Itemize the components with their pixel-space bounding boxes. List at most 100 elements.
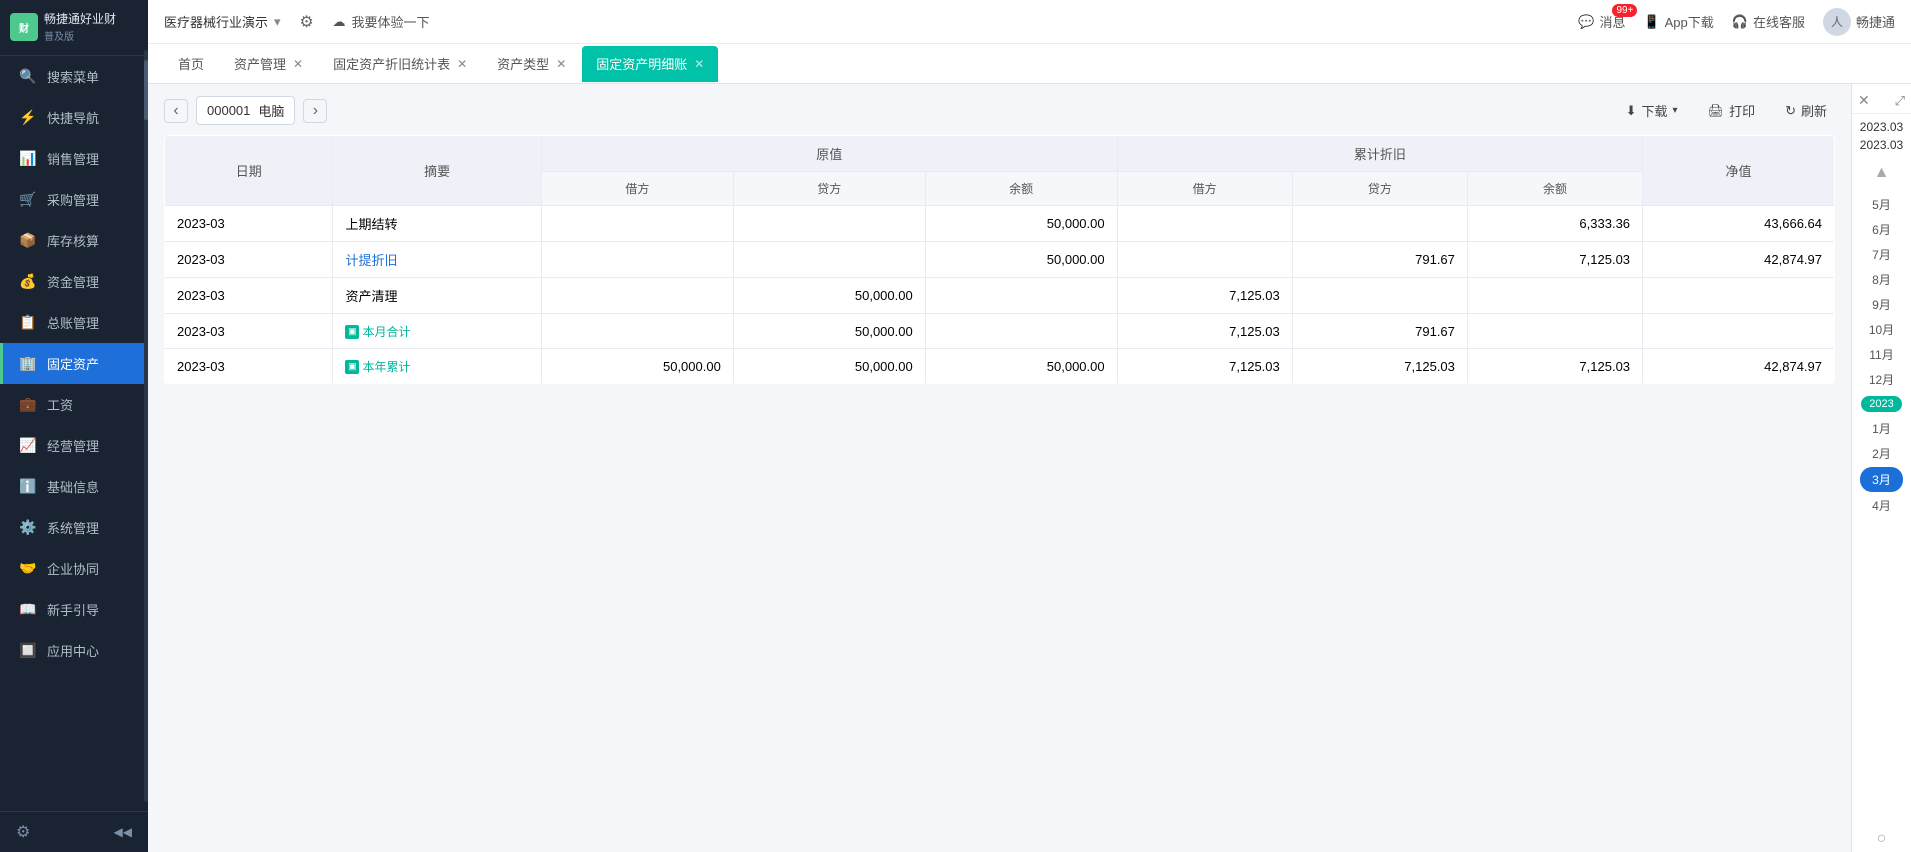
- sidebar-item-sales[interactable]: 📊 销售管理: [0, 138, 148, 179]
- cell-yz-debit: 50,000.00: [541, 349, 733, 384]
- timeline-month-6月[interactable]: 6月: [1852, 217, 1911, 242]
- mobile-icon: 📱: [1643, 14, 1659, 30]
- timeline-bottom-circle[interactable]: ○: [1852, 826, 1911, 852]
- sidebar-item-quicknav[interactable]: ⚡ 快捷导航: [0, 97, 148, 138]
- tab-close-asset-type[interactable]: ✕: [556, 57, 566, 71]
- sidebar-icon-purchase: 🛒: [19, 191, 37, 208]
- timeline-year-badge[interactable]: 2023: [1861, 396, 1901, 412]
- tab-close-fixed-detail[interactable]: ✕: [694, 57, 704, 71]
- tab-asset-type[interactable]: 资产类型✕: [483, 46, 580, 82]
- cell-lj-debit: 7,125.03: [1117, 278, 1292, 314]
- tab-close-fixed-depreciation[interactable]: ✕: [457, 57, 467, 71]
- online-service-button[interactable]: 🎧 在线客服: [1732, 12, 1805, 31]
- timeline-nav-up[interactable]: ▲: [1852, 158, 1911, 188]
- timeline-month-2月[interactable]: 2月: [1852, 441, 1911, 466]
- cell-date: 2023-03: [165, 278, 333, 314]
- sidebar-item-purchase[interactable]: 🛒 采购管理: [0, 179, 148, 220]
- cell-date: 2023-03: [165, 242, 333, 278]
- cell-date: 2023-03: [165, 314, 333, 349]
- sidebar-label-operations: 经营管理: [47, 436, 99, 455]
- timeline-month-1月[interactable]: 1月: [1852, 416, 1911, 441]
- tab-fixed-detail[interactable]: 固定资产明细账 ✕: [582, 46, 718, 82]
- next-asset-button[interactable]: ›: [303, 99, 327, 123]
- sidebar-icon-fixed: 🏢: [19, 355, 37, 372]
- timeline-close-icon[interactable]: ✕: [1858, 92, 1870, 109]
- sidebar-item-operations[interactable]: 📈 经营管理: [0, 425, 148, 466]
- cell-date: 2023-03: [165, 349, 333, 384]
- timeline-month-8月[interactable]: 8月: [1852, 267, 1911, 292]
- timeline-month-9月[interactable]: 9月: [1852, 292, 1911, 317]
- sidebar-item-inventory[interactable]: 📦 库存核算: [0, 220, 148, 261]
- timeline-month-7月[interactable]: 7月: [1852, 242, 1911, 267]
- sidebar-label-inventory: 库存核算: [47, 231, 99, 250]
- sidebar-menu: 🔍 搜索菜单 ⚡ 快捷导航 📊 销售管理 🛒 采购管理 📦 库存核算 💰 资金管…: [0, 56, 148, 811]
- col-yz-credit: 贷方: [733, 172, 925, 206]
- data-table: 日期 摘要 原值 累计折旧 净值 借方 贷方 余额 借方 贷方 余额: [164, 135, 1835, 384]
- tab-close-asset-mgmt[interactable]: ✕: [293, 57, 303, 71]
- company-name: 医疗器械行业演示: [164, 12, 268, 31]
- sidebar-item-salary[interactable]: 💼 工资: [0, 384, 148, 425]
- timeline-scroll: 5月6月7月8月9月10月11月12月 2023 1月2月3月4月: [1852, 188, 1911, 826]
- table-row: 2023-03 ▣ 本年累计 50,000.00 50,000.00 50,00…: [165, 349, 1835, 384]
- col-lj-credit: 贷方: [1292, 172, 1467, 206]
- company-selector[interactable]: 医疗器械行业演示 ▾: [164, 12, 281, 31]
- cell-yz-balance: [925, 278, 1117, 314]
- asset-code: 000001: [207, 103, 250, 118]
- app-download-button[interactable]: 📱 App下载: [1643, 12, 1713, 31]
- collapse-icon[interactable]: ◀◀: [114, 825, 132, 839]
- sidebar-item-basic[interactable]: ℹ️ 基础信息: [0, 466, 148, 507]
- refresh-button[interactable]: ↻ 刷新: [1777, 97, 1835, 124]
- cell-net-value: [1643, 314, 1835, 349]
- message-button[interactable]: 💬 消息 99+: [1578, 12, 1625, 31]
- sidebar-item-capital[interactable]: 💰 资金管理: [0, 261, 148, 302]
- tab-asset-mgmt[interactable]: 资产管理✕: [220, 46, 317, 82]
- timeline-expand-icon[interactable]: ⤢: [1895, 93, 1905, 109]
- cell-yz-debit: [541, 314, 733, 349]
- cell-lj-balance: 7,125.03: [1467, 242, 1642, 278]
- sidebar-item-apps[interactable]: 🔲 应用中心: [0, 630, 148, 671]
- sidebar-item-collab[interactable]: 🤝 企业协同: [0, 548, 148, 589]
- cell-net-value: 43,666.64: [1643, 206, 1835, 242]
- timeline-month-10月[interactable]: 10月: [1852, 317, 1911, 342]
- settings-icon[interactable]: ⚙: [16, 822, 30, 842]
- timeline-month-4月[interactable]: 4月: [1852, 493, 1911, 518]
- timeline-month-3月[interactable]: 3月: [1860, 467, 1903, 492]
- table-area: ‹ 000001 电脑 › ⬇ 下载 ▾: [148, 84, 1851, 852]
- print-button[interactable]: 🖨 打印: [1700, 97, 1764, 124]
- sidebar-label-apps: 应用中心: [47, 641, 99, 660]
- tab-fixed-depreciation[interactable]: 固定资产折旧统计表✕: [319, 46, 481, 82]
- message-badge: 99+: [1612, 4, 1637, 17]
- sidebar-icon-operations: 📈: [19, 437, 37, 454]
- user-menu[interactable]: 人 畅捷通: [1823, 8, 1895, 36]
- cell-net-value: 42,874.97: [1643, 349, 1835, 384]
- cell-lj-debit: [1117, 242, 1292, 278]
- cell-yz-balance: 50,000.00: [925, 349, 1117, 384]
- timeline-month-12月[interactable]: 12月: [1852, 367, 1911, 392]
- cell-lj-debit: 7,125.03: [1117, 314, 1292, 349]
- sidebar-item-guide[interactable]: 📖 新手引导: [0, 589, 148, 630]
- download-button[interactable]: ⬇ 下载 ▾: [1618, 97, 1686, 124]
- tab-home[interactable]: 首页: [164, 46, 218, 82]
- tab-label-fixed-detail: 固定资产明细账: [596, 54, 687, 73]
- settings-button[interactable]: ⚙: [293, 8, 321, 36]
- col-original-value: 原值: [541, 136, 1117, 172]
- sidebar-label-fixed: 固定资产: [47, 354, 99, 373]
- cell-summary: ▣ 本月合计: [333, 314, 542, 349]
- sidebar-icon-sales: 📊: [19, 150, 37, 167]
- sidebar-item-fixed[interactable]: 🏢 固定资产: [0, 343, 148, 384]
- cell-yz-debit: [541, 206, 733, 242]
- summary-link[interactable]: 计提折旧: [345, 253, 397, 268]
- experience-link[interactable]: ☁ 我要体验一下: [333, 12, 430, 31]
- sidebar-item-ledger[interactable]: 📋 总账管理: [0, 302, 148, 343]
- timeline-month-5月[interactable]: 5月: [1852, 192, 1911, 217]
- print-icon: 🖨: [1708, 103, 1725, 119]
- timeline-month-11月[interactable]: 11月: [1852, 342, 1911, 367]
- cell-yz-debit: [541, 242, 733, 278]
- cell-yz-credit: [733, 242, 925, 278]
- sidebar-item-search[interactable]: 🔍 搜索菜单: [0, 56, 148, 97]
- sidebar-icon-quicknav: ⚡: [19, 109, 37, 126]
- prev-asset-button[interactable]: ‹: [164, 99, 188, 123]
- sidebar-label-collab: 企业协同: [47, 559, 99, 578]
- refresh-icon: ↻: [1785, 103, 1796, 119]
- sidebar-item-system[interactable]: ⚙️ 系统管理: [0, 507, 148, 548]
